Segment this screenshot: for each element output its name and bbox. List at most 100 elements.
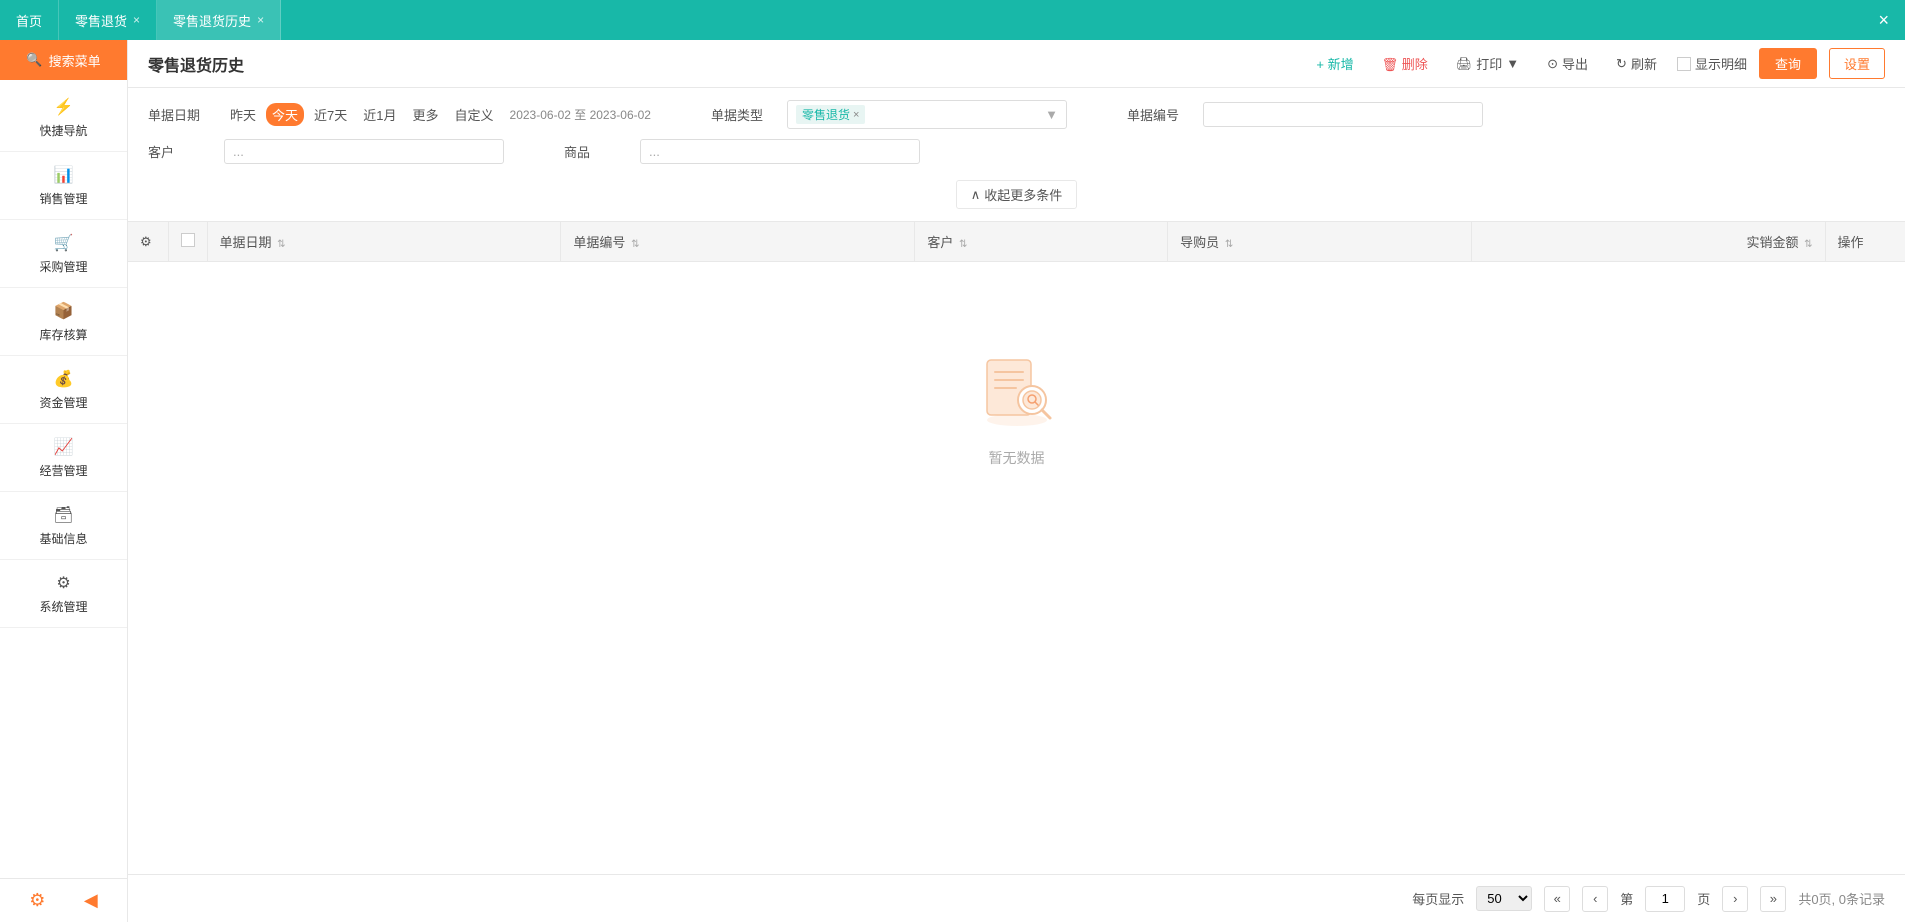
date-options: 昨天 今天 近7天 近1月 更多 自定义 2023-06-02 至 2023-0… bbox=[224, 103, 651, 126]
th-actions: 操作 bbox=[1825, 222, 1905, 262]
table-body: 暂无数据 bbox=[128, 262, 1905, 549]
sidebar-item-sales[interactable]: 📊 销售管理 bbox=[0, 152, 127, 220]
show-detail-checkbox[interactable] bbox=[1677, 57, 1691, 71]
page-label: 页 bbox=[1697, 889, 1710, 908]
window-close-button[interactable]: × bbox=[1862, 10, 1905, 31]
next-page-button[interactable]: › bbox=[1722, 886, 1748, 912]
sidebar-item-basic-info[interactable]: 🗃 基础信息 bbox=[0, 492, 127, 560]
export-label: 导出 bbox=[1562, 54, 1588, 73]
basic-info-icon: 🗃 bbox=[53, 504, 75, 526]
export-button[interactable]: ⊙ 导出 bbox=[1539, 50, 1596, 77]
sidebar-item-operations[interactable]: 📈 经营管理 bbox=[0, 424, 127, 492]
page-title: 零售退货历史 bbox=[148, 52, 244, 76]
show-detail-label: 显示明细 bbox=[1695, 54, 1747, 73]
tab-retail-return-close[interactable]: × bbox=[133, 13, 140, 27]
tab-retail-return-history[interactable]: 零售退货历史 × bbox=[157, 0, 281, 40]
collapse-filter-button[interactable]: ∧ 收起更多条件 bbox=[956, 180, 1078, 209]
settings-footer-button[interactable]: ⚙ bbox=[29, 890, 45, 911]
sidebar-item-quick-nav[interactable]: ⚡ 快捷导航 bbox=[0, 84, 127, 152]
data-table: ⚙ 单据日期 ⇅ 单据编号 ⇅ bbox=[128, 222, 1905, 548]
th-amount[interactable]: 实销金额 ⇅ bbox=[1471, 222, 1825, 262]
search-icon: 🔍 bbox=[26, 52, 42, 68]
sidebar-item-label: 快捷导航 bbox=[39, 122, 87, 139]
customer-filter-input[interactable]: ... bbox=[224, 139, 504, 164]
print-label: 打印 bbox=[1476, 54, 1502, 73]
quick-nav-icon: ⚡ bbox=[53, 96, 75, 118]
sidebar-item-system[interactable]: ⚙ 系统管理 bbox=[0, 560, 127, 628]
table-wrap: ⚙ 单据日期 ⇅ 单据编号 ⇅ bbox=[128, 222, 1905, 874]
new-button[interactable]: + 新增 bbox=[1308, 50, 1361, 77]
date-range-display: 2023-06-02 至 2023-06-02 bbox=[510, 106, 651, 123]
sales-icon: 📊 bbox=[53, 164, 75, 186]
date-opt-today[interactable]: 今天 bbox=[266, 103, 304, 126]
date-filter-label: 单据日期 bbox=[148, 105, 204, 124]
sidebar-search[interactable]: 🔍 搜索菜单 bbox=[0, 40, 127, 80]
sidebar: 🔍 搜索菜单 ⚡ 快捷导航 📊 销售管理 🛒 采购管理 📦 库存核算 💰 bbox=[0, 40, 128, 922]
tab-home[interactable]: 首页 bbox=[0, 0, 59, 40]
date-opt-yesterday[interactable]: 昨天 bbox=[224, 103, 262, 126]
delete-button[interactable]: 🗑 删除 bbox=[1374, 50, 1436, 77]
sort-amount-icon: ⇅ bbox=[1804, 239, 1812, 250]
th-number[interactable]: 单据编号 ⇅ bbox=[561, 222, 915, 262]
filter-row-date: 单据日期 昨天 今天 近7天 近1月 更多 自定义 2023-06-02 至 2… bbox=[148, 100, 1885, 129]
date-opt-custom[interactable]: 自定义 bbox=[449, 103, 500, 126]
date-opt-1month[interactable]: 近1月 bbox=[357, 103, 402, 126]
th-check[interactable] bbox=[168, 222, 207, 262]
table-settings-icon[interactable]: ⚙ bbox=[140, 234, 152, 249]
first-page-button[interactable]: « bbox=[1544, 886, 1570, 912]
query-button[interactable]: 查询 bbox=[1759, 48, 1817, 79]
tab-home-label: 首页 bbox=[16, 11, 42, 30]
type-tag-close[interactable]: × bbox=[853, 109, 859, 121]
empty-state-icon bbox=[972, 342, 1062, 432]
finance-icon: 💰 bbox=[53, 368, 75, 390]
tab-retail-return[interactable]: 零售退货 × bbox=[59, 0, 157, 40]
page-actions: + 新增 🗑 删除 🖨 打印 ▼ ⊙ 导出 ↻ 刷新 显示明细 bbox=[1308, 48, 1885, 79]
th-customer[interactable]: 客户 ⇅ bbox=[915, 222, 1168, 262]
sidebar-item-finance[interactable]: 💰 资金管理 bbox=[0, 356, 127, 424]
th-date-label: 单据日期 bbox=[220, 235, 272, 250]
system-icon: ⚙ bbox=[53, 572, 75, 594]
table-header-row: ⚙ 单据日期 ⇅ 单据编号 ⇅ bbox=[128, 222, 1905, 262]
filter-area: 单据日期 昨天 今天 近7天 近1月 更多 自定义 2023-06-02 至 2… bbox=[128, 88, 1905, 222]
collapse-sidebar-button[interactable]: ◀ bbox=[84, 890, 98, 911]
refresh-label: 刷新 bbox=[1631, 54, 1657, 73]
tab-bar: 首页 零售退货 × 零售退货历史 × bbox=[0, 0, 1862, 40]
sort-date-icon: ⇅ bbox=[277, 239, 285, 250]
th-guide[interactable]: 导购员 ⇅ bbox=[1168, 222, 1471, 262]
print-button[interactable]: 🖨 打印 ▼ bbox=[1448, 50, 1527, 77]
th-settings[interactable]: ⚙ bbox=[128, 222, 168, 262]
th-customer-label: 客户 bbox=[927, 235, 953, 250]
operations-icon: 📈 bbox=[53, 436, 75, 458]
inventory-icon: 📦 bbox=[53, 300, 75, 322]
prev-page-button[interactable]: ‹ bbox=[1582, 886, 1608, 912]
pagination-bar: 每页显示 20 50 100 « ‹ 第 页 › » 共0页, 0条记录 bbox=[128, 874, 1905, 922]
th-number-label: 单据编号 bbox=[573, 235, 625, 250]
sidebar-item-purchase[interactable]: 🛒 采购管理 bbox=[0, 220, 127, 288]
type-tag-label: 零售退货 bbox=[802, 106, 850, 123]
tab-retail-return-history-close[interactable]: × bbox=[257, 13, 264, 27]
last-page-button[interactable]: » bbox=[1760, 886, 1786, 912]
customer-filter-label: 客户 bbox=[148, 142, 204, 161]
date-opt-7days[interactable]: 近7天 bbox=[308, 103, 353, 126]
th-date[interactable]: 单据日期 ⇅ bbox=[207, 222, 561, 262]
tab-retail-return-history-label: 零售退货历史 bbox=[173, 11, 251, 30]
goods-filter-input[interactable]: ... bbox=[640, 139, 920, 164]
page-size-select[interactable]: 20 50 100 bbox=[1476, 886, 1532, 911]
customer-dots: ... bbox=[233, 144, 244, 159]
voucher-filter-input[interactable] bbox=[1203, 102, 1483, 127]
sidebar-item-label: 采购管理 bbox=[39, 258, 87, 275]
select-all-checkbox[interactable] bbox=[181, 233, 195, 247]
total-info: 共0页, 0条记录 bbox=[1798, 889, 1885, 908]
date-opt-more[interactable]: 更多 bbox=[407, 103, 445, 126]
sidebar-item-inventory[interactable]: 📦 库存核算 bbox=[0, 288, 127, 356]
page-number-input[interactable] bbox=[1645, 886, 1685, 912]
voucher-filter-label: 单据编号 bbox=[1127, 105, 1183, 124]
type-filter-select[interactable]: 零售退货 × ▼ bbox=[787, 100, 1067, 129]
settings-button[interactable]: 设置 bbox=[1829, 48, 1885, 79]
page-header: 零售退货历史 + 新增 🗑 删除 🖨 打印 ▼ ⊙ 导出 ↻ 刷新 bbox=[128, 40, 1905, 88]
sidebar-item-label: 库存核算 bbox=[39, 326, 87, 343]
type-select-arrow: ▼ bbox=[1045, 107, 1058, 122]
refresh-button[interactable]: ↻ 刷新 bbox=[1608, 50, 1665, 77]
type-filter-label: 单据类型 bbox=[711, 105, 767, 124]
page-size-label: 每页显示 bbox=[1412, 889, 1464, 908]
